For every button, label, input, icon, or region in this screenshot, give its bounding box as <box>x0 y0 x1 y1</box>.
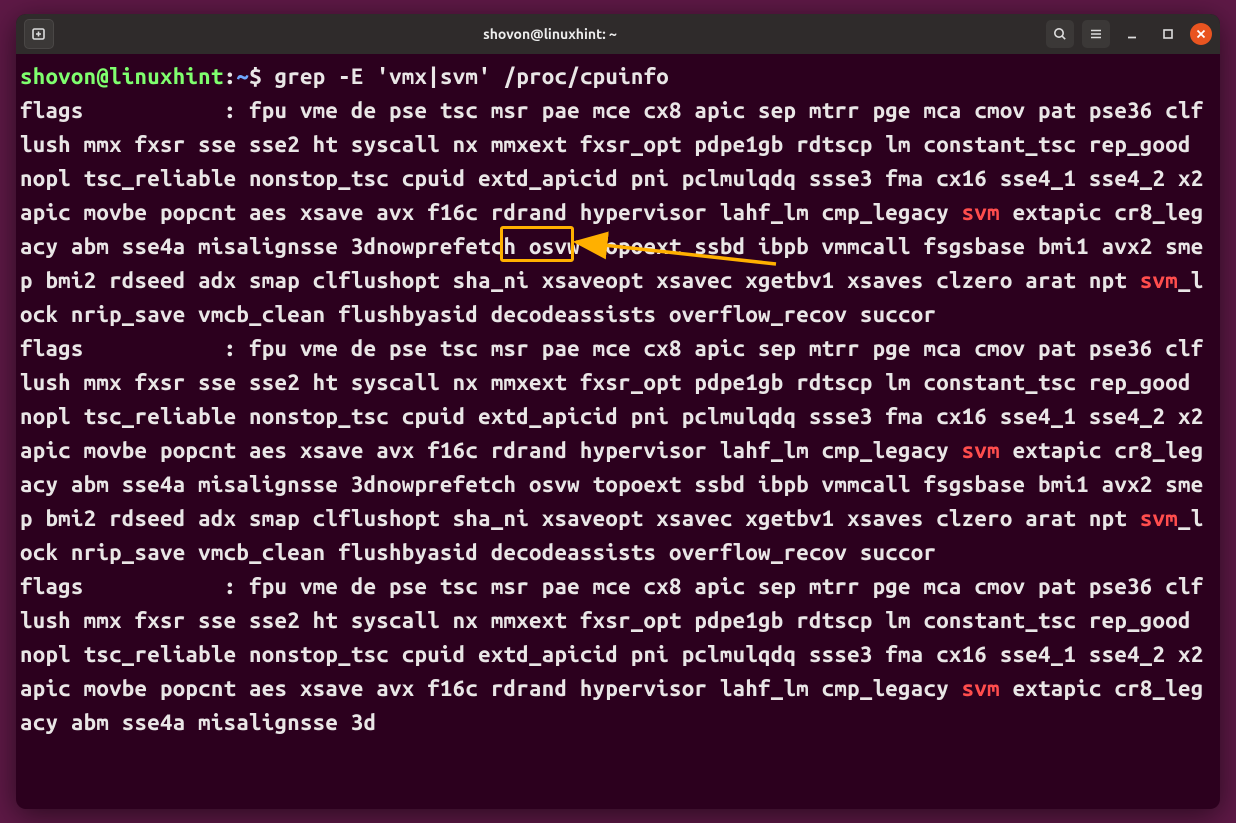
highlight-svm-3: svm <box>962 438 1000 463</box>
prompt-dollar: $ <box>249 64 262 89</box>
close-button[interactable] <box>1190 23 1212 45</box>
terminal-window: shovon@linuxhint: ~ <box>16 14 1220 809</box>
command-text: grep -E 'vmx|svm' /proc/cpuinfo <box>275 64 669 89</box>
close-icon <box>1195 28 1207 40</box>
prompt-space <box>262 64 275 89</box>
hamburger-icon <box>1088 26 1104 42</box>
maximize-button[interactable] <box>1154 20 1182 48</box>
prompt-user-host: shovon@linuxhint <box>20 64 224 89</box>
new-tab-icon <box>31 26 47 42</box>
hamburger-menu-button[interactable] <box>1082 20 1110 48</box>
terminal-viewport[interactable]: shovon@linuxhint:~$ grep -E 'vmx|svm' /p… <box>16 54 1220 809</box>
prompt-colon: : <box>224 64 237 89</box>
new-tab-button[interactable] <box>24 19 54 49</box>
titlebar: shovon@linuxhint: ~ <box>16 14 1220 54</box>
highlight-svm-2: svm <box>1140 268 1178 293</box>
search-icon <box>1052 26 1068 42</box>
maximize-icon <box>1161 27 1175 41</box>
window-title: shovon@linuxhint: ~ <box>54 26 1046 42</box>
highlight-svm-5: svm <box>962 676 1000 701</box>
minimize-button[interactable] <box>1118 20 1146 48</box>
search-button[interactable] <box>1046 20 1074 48</box>
prompt-path: ~ <box>236 64 249 89</box>
minimize-icon <box>1125 27 1139 41</box>
highlight-svm-4: svm <box>1140 506 1178 531</box>
highlight-svm-1: svm <box>962 200 1000 225</box>
